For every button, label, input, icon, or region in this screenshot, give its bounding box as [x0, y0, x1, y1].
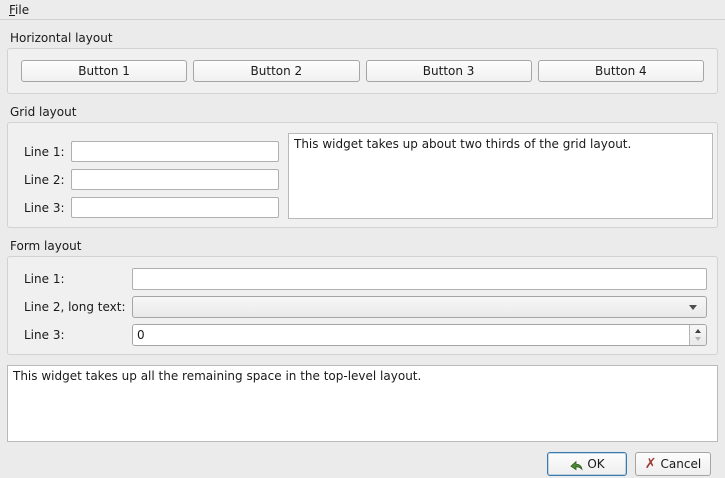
- button-3[interactable]: Button 3: [365, 60, 532, 82]
- dialog-button-box: OK ✗ Cancel: [0, 452, 711, 476]
- menubar: File: [0, 0, 725, 20]
- menu-file-label: ile: [15, 2, 30, 17]
- cancel-button[interactable]: ✗ Cancel: [635, 452, 711, 476]
- ok-button[interactable]: OK: [547, 452, 627, 476]
- form-layout-title: Form layout: [10, 239, 82, 253]
- horizontal-layout-group: Button 1 Button 2 Button 3 Button 4: [7, 48, 718, 94]
- button-1[interactable]: Button 1: [21, 60, 188, 82]
- basic-layouts-window: { "menubar": { "file": { "mnemonic": "F"…: [0, 0, 725, 478]
- spinbox-input[interactable]: [133, 325, 689, 345]
- grid-layout-group: Line 1: Line 2: Line 3: This widget take…: [7, 122, 718, 228]
- bottom-textedit[interactable]: This widget takes up all the remaining s…: [7, 365, 718, 442]
- red-cross-icon: ✗: [644, 456, 657, 472]
- grid-line3-input[interactable]: [71, 197, 279, 218]
- form-line1-input[interactable]: [132, 268, 707, 290]
- grid-layout-title: Grid layout: [10, 105, 77, 119]
- form-line3-spinbox: [132, 324, 707, 346]
- spin-down-arrow-icon[interactable]: [695, 337, 701, 341]
- form-row-1: Line 1:: [24, 268, 707, 290]
- form-line2-label: Line 2, long text:: [24, 300, 126, 314]
- form-line1-label: Line 1:: [24, 272, 65, 286]
- grid-line1-input[interactable]: [71, 141, 279, 162]
- grid-row-3: Line 3:: [24, 197, 279, 218]
- grid-line2-input[interactable]: [71, 169, 279, 190]
- grid-row-2: Line 2:: [24, 169, 279, 190]
- dialog-content: Horizontal layout Button 1 Button 2 Butt…: [0, 31, 725, 355]
- grid-left-column: Line 1: Line 2: Line 3:: [24, 123, 279, 227]
- horizontal-layout-title: Horizontal layout: [10, 31, 113, 45]
- spin-up-arrow-icon[interactable]: [695, 329, 701, 333]
- horizontal-button-row: Button 1 Button 2 Button 3 Button 4: [8, 49, 717, 93]
- grid-textedit[interactable]: This widget takes up about two thirds of…: [288, 133, 713, 219]
- form-line2-combobox[interactable]: [132, 296, 707, 318]
- form-line3-label: Line 3:: [24, 328, 65, 342]
- grid-line1-label: Line 1:: [24, 144, 65, 159]
- cancel-button-label: Cancel: [660, 457, 702, 471]
- form-row-2: Line 2, long text:: [24, 296, 707, 318]
- menu-file[interactable]: File: [3, 2, 35, 18]
- spinbox-buttons: [689, 325, 706, 345]
- ok-button-label: OK: [587, 457, 605, 471]
- form-row-3: Line 3:: [24, 324, 707, 346]
- button-2[interactable]: Button 2: [193, 60, 360, 82]
- button-4[interactable]: Button 4: [537, 60, 704, 82]
- form-layout-group: Line 1: Line 2, long text: Line 3:: [7, 256, 718, 355]
- grid-line3-label: Line 3:: [24, 200, 65, 215]
- green-curved-arrow-icon: [570, 460, 583, 471]
- grid-line2-label: Line 2:: [24, 172, 65, 187]
- grid-row-1: Line 1:: [24, 141, 279, 162]
- chevron-down-icon: [689, 304, 697, 310]
